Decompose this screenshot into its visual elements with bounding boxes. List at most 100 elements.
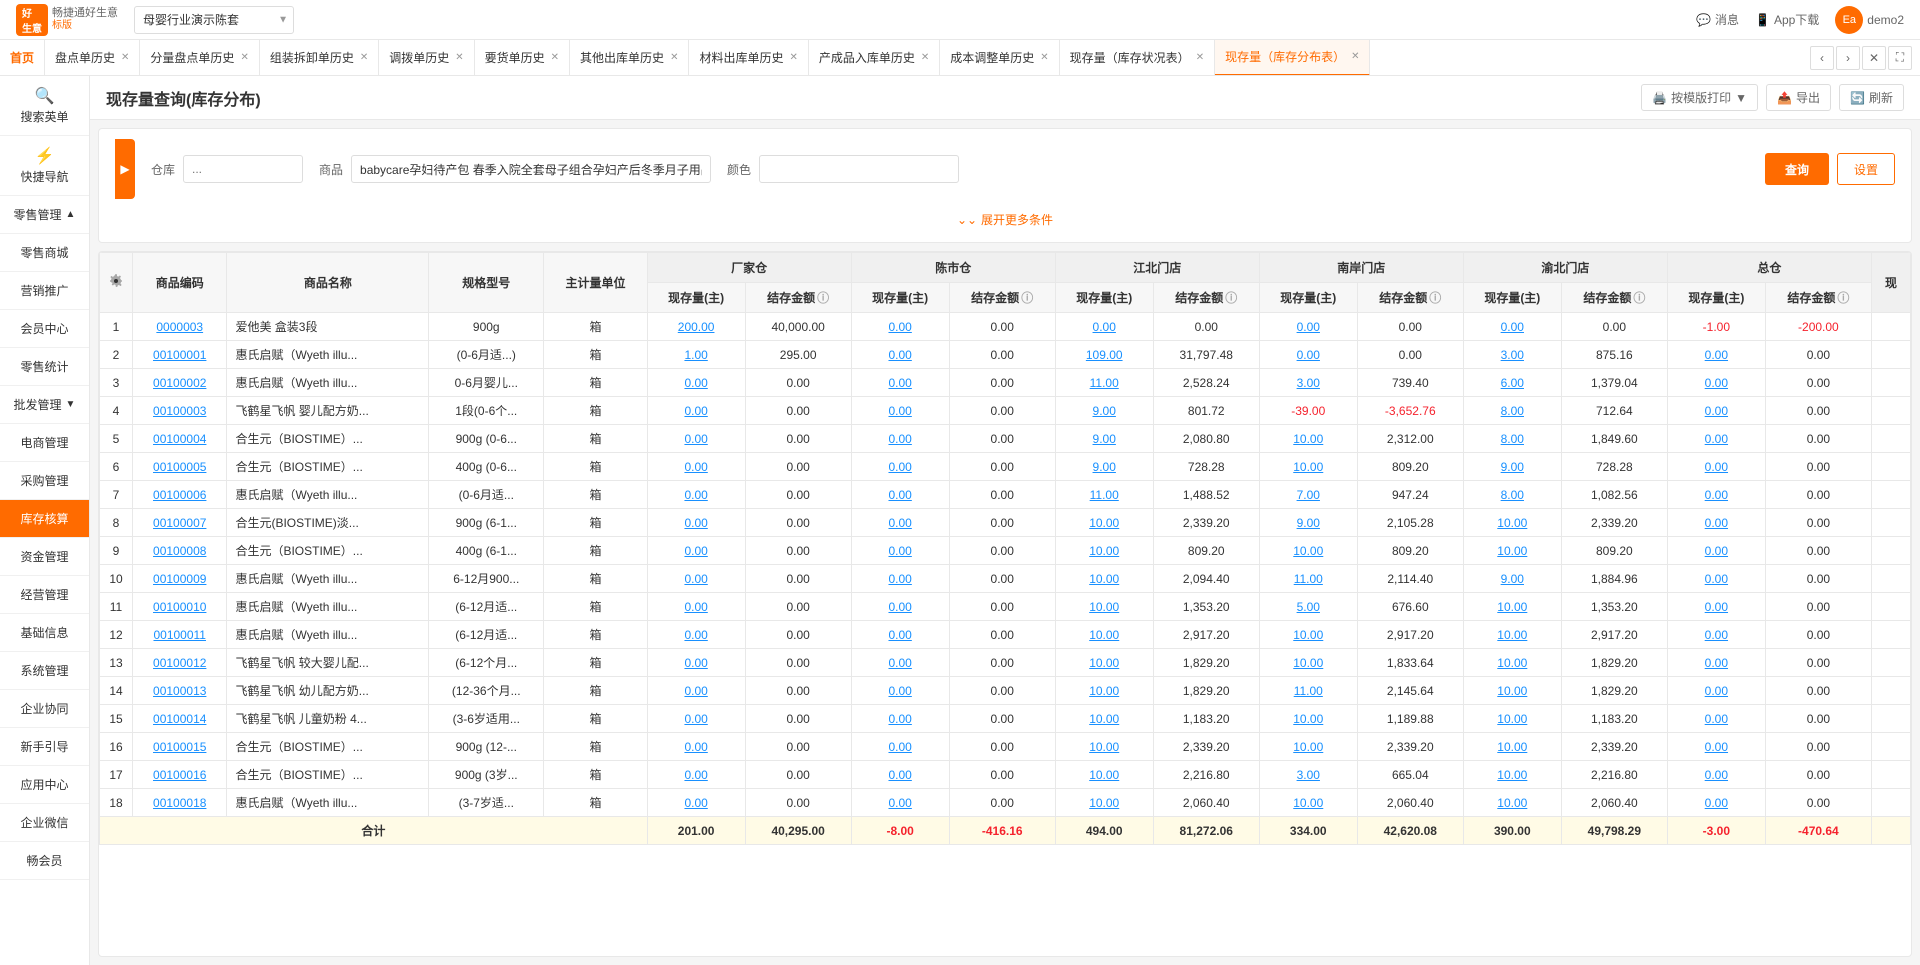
th-settings[interactable] [100, 253, 133, 313]
cs-stock-link[interactable]: 0.00 [888, 628, 911, 642]
nb-stock-link[interactable]: 10.00 [1293, 460, 1323, 474]
cs-stock-link[interactable]: 0.00 [888, 712, 911, 726]
code-link[interactable]: 00100016 [153, 768, 206, 782]
nb-stock-link[interactable]: 3.00 [1297, 768, 1320, 782]
total-stock-link[interactable]: 0.00 [1705, 572, 1728, 586]
fc-stock-link[interactable]: 0.00 [684, 768, 707, 782]
fc-stock-link[interactable]: 0.00 [684, 684, 707, 698]
yb-stock-link[interactable]: 10.00 [1497, 656, 1527, 670]
yb-stock-link[interactable]: 6.00 [1501, 376, 1524, 390]
code-link[interactable]: 00100015 [153, 740, 206, 754]
sidebar-item-apps[interactable]: 应用中心 [0, 766, 89, 804]
close-icon[interactable]: ✕ [551, 52, 559, 63]
print-btn[interactable]: 🖨️ 按模版打印 ▼ [1641, 84, 1758, 111]
jb-stock-link[interactable]: 10.00 [1089, 544, 1119, 558]
cs-stock-link[interactable]: 0.00 [888, 320, 911, 334]
jb-stock-link[interactable]: 10.00 [1089, 796, 1119, 810]
close-icon[interactable]: ✕ [240, 52, 248, 63]
warehouse-input[interactable] [183, 155, 303, 183]
fc-stock-link[interactable]: 0.00 [684, 572, 707, 586]
yb-stock-link[interactable]: 3.00 [1501, 348, 1524, 362]
sidebar-item-member2[interactable]: 畅会员 [0, 842, 89, 880]
cs-stock-link[interactable]: 0.00 [888, 600, 911, 614]
fc-stock-link[interactable]: 0.00 [684, 404, 707, 418]
cs-stock-link[interactable]: 0.00 [888, 740, 911, 754]
sidebar-item-ecommerce[interactable]: 电商管理 [0, 424, 89, 462]
industry-select[interactable]: 母婴行业演示陈套 [134, 6, 294, 34]
cs-stock-link[interactable]: 0.00 [888, 544, 911, 558]
total-stock-link[interactable]: 0.00 [1705, 768, 1728, 782]
sidebar-item-weixin[interactable]: 企业微信 [0, 804, 89, 842]
yb-stock-link[interactable]: 8.00 [1501, 432, 1524, 446]
message-btn[interactable]: 💬 消息 [1696, 11, 1739, 28]
nb-stock-link[interactable]: 3.00 [1297, 376, 1320, 390]
jb-stock-link[interactable]: 10.00 [1089, 628, 1119, 642]
total-stock-link[interactable]: 0.00 [1705, 684, 1728, 698]
yb-stock-link[interactable]: 10.00 [1497, 628, 1527, 642]
info-icon[interactable]: ⓘ [1429, 291, 1441, 305]
code-link[interactable]: 00100007 [153, 516, 206, 530]
total-stock-link[interactable]: 0.00 [1705, 544, 1728, 558]
jb-stock-link[interactable]: 10.00 [1089, 656, 1119, 670]
close-icon[interactable]: ✕ [360, 52, 368, 63]
code-link[interactable]: 00100012 [153, 656, 206, 670]
jb-stock-link[interactable]: 9.00 [1093, 460, 1116, 474]
cs-stock-link[interactable]: 0.00 [888, 796, 911, 810]
cs-stock-link[interactable]: 0.00 [888, 376, 911, 390]
nb-stock-link[interactable]: 10.00 [1293, 740, 1323, 754]
tab-diaobo[interactable]: 调拨单历史 ✕ [379, 40, 474, 76]
info-icon[interactable]: ⓘ [1021, 291, 1033, 305]
code-link[interactable]: 00100013 [153, 684, 206, 698]
code-link[interactable]: 00100009 [153, 572, 206, 586]
sidebar-item-purchase[interactable]: 采购管理 [0, 462, 89, 500]
sidebar-item-member[interactable]: 会员中心 [0, 310, 89, 348]
code-link[interactable]: 00100003 [153, 404, 206, 418]
nb-stock-link[interactable]: 11.00 [1294, 684, 1323, 698]
code-link[interactable]: 00100011 [153, 628, 206, 642]
sidebar-item-search[interactable]: 🔍 搜索英单 [0, 76, 89, 136]
tab-home[interactable]: 首页 [0, 40, 45, 76]
close-icon[interactable]: ✕ [670, 52, 678, 63]
jb-stock-link[interactable]: 9.00 [1093, 404, 1116, 418]
info-icon[interactable]: ⓘ [1225, 291, 1237, 305]
total-stock-link[interactable]: 0.00 [1705, 432, 1728, 446]
code-link[interactable]: 00100001 [153, 348, 206, 362]
color-input[interactable] [759, 155, 959, 183]
nb-stock-link[interactable]: 11.00 [1294, 572, 1323, 586]
nb-stock-link[interactable]: 10.00 [1293, 656, 1323, 670]
tab-chengben[interactable]: 成本调整单历史 ✕ [940, 40, 1059, 76]
yb-stock-link[interactable]: 10.00 [1497, 768, 1527, 782]
code-link[interactable]: 00100004 [153, 432, 206, 446]
jb-stock-link[interactable]: 109.00 [1086, 348, 1123, 362]
goods-input[interactable] [351, 155, 711, 183]
yb-stock-link[interactable]: 0.00 [1501, 320, 1524, 334]
tab-zuhe[interactable]: 组装拆卸单历史 ✕ [260, 40, 379, 76]
total-stock-link[interactable]: 0.00 [1705, 712, 1728, 726]
code-link[interactable]: 00100010 [153, 600, 206, 614]
sidebar-item-retail-mall[interactable]: 零售商城 [0, 234, 89, 272]
tab-yaohuo[interactable]: 要货单历史 ✕ [475, 40, 570, 76]
tab-pandian[interactable]: 盘点单历史 ✕ [45, 40, 140, 76]
table-scroll[interactable]: 商品编码 商品名称 规格型号 主计量单位 厂家仓 陈市仓 江北门店 南岸门店 渝… [99, 252, 1911, 956]
yb-stock-link[interactable]: 10.00 [1497, 544, 1527, 558]
code-link[interactable]: 00100006 [153, 488, 206, 502]
tab-xiancunliang-status[interactable]: 现存量（库存状况表）✕ [1060, 40, 1215, 76]
jb-stock-link[interactable]: 10.00 [1089, 768, 1119, 782]
fc-stock-link[interactable]: 0.00 [684, 516, 707, 530]
tab-expand-btn[interactable]: ⛶ [1888, 46, 1912, 70]
total-stock-link[interactable]: 0.00 [1705, 740, 1728, 754]
export-btn[interactable]: 📤 导出 [1766, 84, 1831, 111]
cs-stock-link[interactable]: 0.00 [888, 684, 911, 698]
total-stock-link[interactable]: 0.00 [1705, 796, 1728, 810]
code-link[interactable]: 00100002 [153, 376, 206, 390]
industry-selector[interactable]: 母婴行业演示陈套 ▼ [134, 6, 294, 34]
total-stock-link[interactable]: 0.00 [1705, 348, 1728, 362]
cs-stock-link[interactable]: 0.00 [888, 488, 911, 502]
yb-stock-link[interactable]: 10.00 [1497, 712, 1527, 726]
total-stock-link[interactable]: 0.00 [1705, 460, 1728, 474]
jb-stock-link[interactable]: 11.00 [1090, 376, 1119, 390]
fc-stock-link[interactable]: 200.00 [678, 320, 715, 334]
settings-btn[interactable]: 设置 [1837, 153, 1895, 185]
total-stock-link[interactable]: 0.00 [1705, 488, 1728, 502]
tab-prev-btn[interactable]: ‹ [1810, 46, 1834, 70]
